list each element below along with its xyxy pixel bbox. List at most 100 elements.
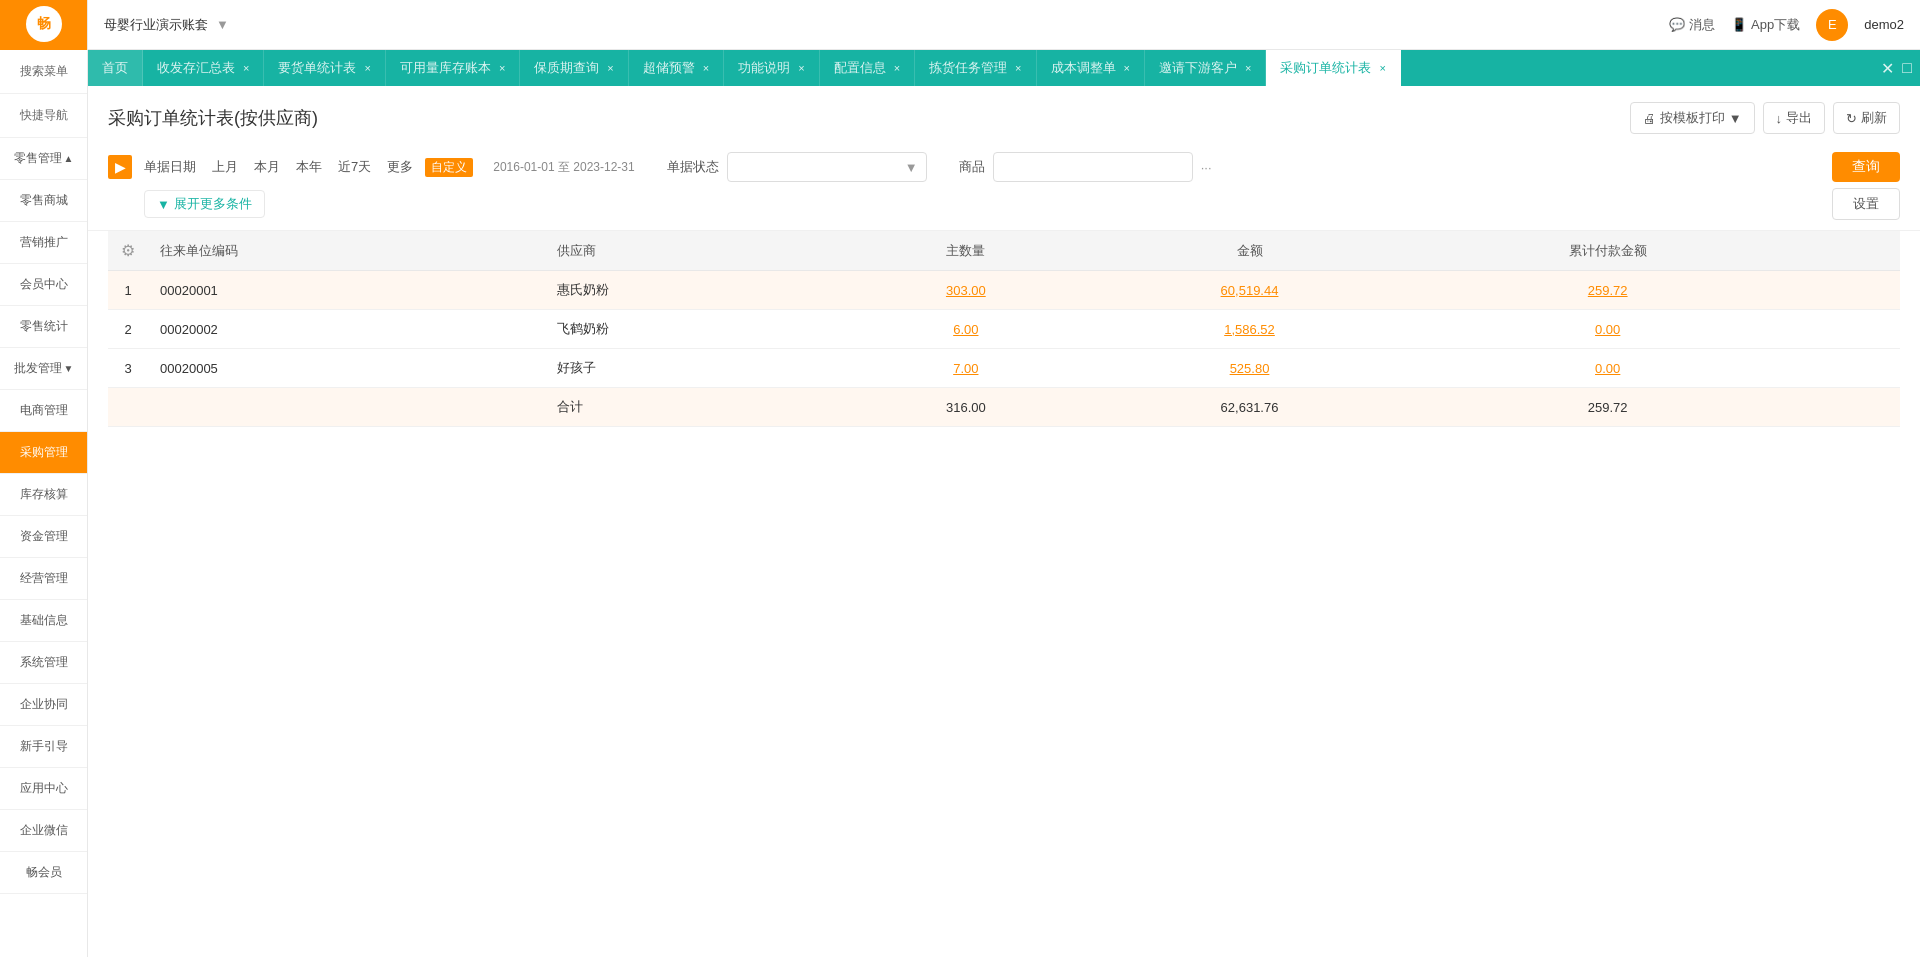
row-paid[interactable]: 259.72 [1409, 271, 1806, 310]
row-paid[interactable]: 0.00 [1409, 310, 1806, 349]
sidebar-item-apps[interactable]: 应用中心 [0, 768, 87, 810]
sidebar-item-wechat[interactable]: 企业微信 [0, 810, 87, 852]
tab-controls: ✕ □ [1873, 59, 1920, 78]
more-option[interactable]: 更多 [383, 156, 417, 178]
goods-more-icon[interactable]: ··· [1201, 160, 1212, 175]
sidebar-item-finance[interactable]: 资金管理 [0, 516, 87, 558]
tab-close-icon[interactable]: × [607, 62, 613, 74]
this-year-option[interactable]: 本年 [292, 156, 326, 178]
chevron-down-icon: ▲ [64, 153, 74, 164]
tab-shelf-life[interactable]: 保质期查询 × [520, 50, 628, 86]
row-extra [1806, 349, 1900, 388]
page-container: 采购订单统计表(按供应商) 🖨 按模板打印 ▼ ↓ 导出 ↻ 刷新 [88, 86, 1920, 957]
refresh-label: 刷新 [1861, 109, 1887, 127]
row-paid[interactable]: 0.00 [1409, 349, 1806, 388]
tab-close-icon[interactable]: × [499, 62, 505, 74]
row-amount[interactable]: 60,519.44 [1090, 271, 1409, 310]
row-amount[interactable]: 1,586.52 [1090, 310, 1409, 349]
tab-close-icon[interactable]: × [243, 62, 249, 74]
tab-stock-summary[interactable]: 收发存汇总表 × [143, 50, 264, 86]
filter-actions: 查询 设置 [1832, 152, 1900, 220]
tab-close-icon[interactable]: × [1124, 62, 1130, 74]
status-filter-group: 单据状态 ▼ [667, 152, 927, 182]
custom-date-option[interactable]: 自定义 [425, 158, 473, 177]
sidebar-item-member[interactable]: 畅会员 [0, 852, 87, 894]
status-select[interactable]: ▼ [727, 152, 927, 182]
row-qty[interactable]: 303.00 [842, 271, 1090, 310]
column-settings-icon[interactable]: ⚙ [121, 242, 135, 259]
sidebar-item-marketing[interactable]: 营销推广 [0, 222, 87, 264]
this-month-option[interactable]: 本月 [250, 156, 284, 178]
sidebar-item-ecommerce[interactable]: 电商管理 [0, 390, 87, 432]
th-code: 往来单位编码 [148, 231, 545, 271]
row-amount[interactable]: 525.80 [1090, 349, 1409, 388]
tab-close-icon[interactable]: × [894, 62, 900, 74]
filter-row-1: ▶ 单据日期 上月 本月 本年 近7天 更多 自定义 2016 [108, 152, 1832, 182]
tab-features[interactable]: 功能说明 × [724, 50, 819, 86]
sidebar-item-base-info[interactable]: 基础信息 [0, 600, 87, 642]
tab-label: 采购订单统计表 [1280, 59, 1371, 77]
app-download-button[interactable]: 📱 App下载 [1731, 16, 1800, 34]
sidebar-item-guide[interactable]: 新手引导 [0, 726, 87, 768]
sidebar-item-wholesale[interactable]: 批发管理 ▼ [0, 348, 87, 390]
avatar[interactable]: E [1816, 9, 1848, 41]
export-button[interactable]: ↓ 导出 [1763, 102, 1826, 134]
tab-close-icon[interactable]: × [364, 62, 370, 74]
message-icon: 💬 [1669, 17, 1685, 32]
quick-nav-button[interactable]: 快捷导航 [6, 102, 81, 129]
row-extra [1806, 310, 1900, 349]
logo-icon: 畅 [37, 15, 51, 33]
tab-close-icon[interactable]: × [1015, 62, 1021, 74]
row-qty[interactable]: 7.00 [842, 349, 1090, 388]
query-button[interactable]: 查询 [1832, 152, 1900, 182]
goods-input[interactable] [993, 152, 1193, 182]
tab-picking[interactable]: 拣货任务管理 × [915, 50, 1036, 86]
tab-home[interactable]: 首页 [88, 50, 143, 86]
sidebar-item-enterprise[interactable]: 企业协同 [0, 684, 87, 726]
tab-label: 要货单统计表 [278, 59, 356, 77]
tab-purchase-stats[interactable]: 采购订单统计表 × [1266, 50, 1400, 86]
sidebar-item-purchase[interactable]: 采购管理 [0, 432, 87, 474]
sidebar-item-system[interactable]: 系统管理 [0, 642, 87, 684]
tab-stock-book[interactable]: 可用量库存账本 × [386, 50, 520, 86]
date-filter-label: 单据日期 [144, 158, 196, 176]
tab-order-stats[interactable]: 要货单统计表 × [264, 50, 385, 86]
last-month-option[interactable]: 上月 [208, 156, 242, 178]
filter-toggle-button[interactable]: ▶ [108, 155, 132, 179]
close-all-tabs-button[interactable]: ✕ [1881, 59, 1894, 78]
filter-row-2: ▼ 展开更多条件 [108, 190, 1832, 218]
last-7days-option[interactable]: 近7天 [334, 156, 375, 178]
date-range-display: 2016-01-01 至 2023-12-31 [493, 159, 634, 176]
refresh-button[interactable]: ↻ 刷新 [1833, 102, 1900, 134]
sidebar-item-inventory[interactable]: 库存核算 [0, 474, 87, 516]
print-button[interactable]: 🖨 按模板打印 ▼ [1630, 102, 1755, 134]
row-qty[interactable]: 6.00 [842, 310, 1090, 349]
tab-overstock[interactable]: 超储预警 × [629, 50, 724, 86]
org-dropdown-icon[interactable]: ▼ [216, 17, 229, 32]
tab-invite[interactable]: 邀请下游客户 × [1145, 50, 1266, 86]
sidebar-item-retail-stats[interactable]: 零售统计 [0, 306, 87, 348]
export-icon: ↓ [1776, 111, 1783, 126]
search-menu-button[interactable]: 搜索菜单 [6, 58, 81, 85]
sidebar-item-member-center[interactable]: 会员中心 [0, 264, 87, 306]
topbar: 母婴行业演示账套 ▼ 💬 消息 📱 App下载 E demo2 [88, 0, 1920, 50]
sidebar-item-operations[interactable]: 经营管理 [0, 558, 87, 600]
table-row: 2 00020002 飞鹤奶粉 6.00 1,586.52 0.00 [108, 310, 1900, 349]
refresh-icon: ↻ [1846, 111, 1857, 126]
tab-close-icon[interactable]: × [798, 62, 804, 74]
main-area: 母婴行业演示账套 ▼ 💬 消息 📱 App下载 E demo2 首页 收发存汇总… [88, 0, 1920, 957]
tab-cost-adjust[interactable]: 成本调整单 × [1037, 50, 1145, 86]
expand-more-button[interactable]: ▼ 展开更多条件 [144, 190, 265, 218]
tab-close-icon[interactable]: × [703, 62, 709, 74]
message-button[interactable]: 💬 消息 [1669, 16, 1715, 34]
row-extra [1806, 271, 1900, 310]
sidebar-item-retail-management[interactable]: 零售管理 ▲ [0, 138, 87, 180]
tab-close-icon[interactable]: × [1245, 62, 1251, 74]
tab-config[interactable]: 配置信息 × [820, 50, 915, 86]
tabbar: 首页 收发存汇总表 × 要货单统计表 × 可用量库存账本 × 保质期查询 × 超… [88, 50, 1920, 86]
maximize-button[interactable]: □ [1902, 59, 1912, 77]
sidebar-item-retail-shop[interactable]: 零售商城 [0, 180, 87, 222]
settings-button[interactable]: 设置 [1832, 188, 1900, 220]
tab-close-icon[interactable]: × [1379, 62, 1385, 74]
sidebar: 畅 搜索菜单 快捷导航 零售管理 ▲ 零售商城 营销推广 会员中心 零售统计 批… [0, 0, 88, 957]
